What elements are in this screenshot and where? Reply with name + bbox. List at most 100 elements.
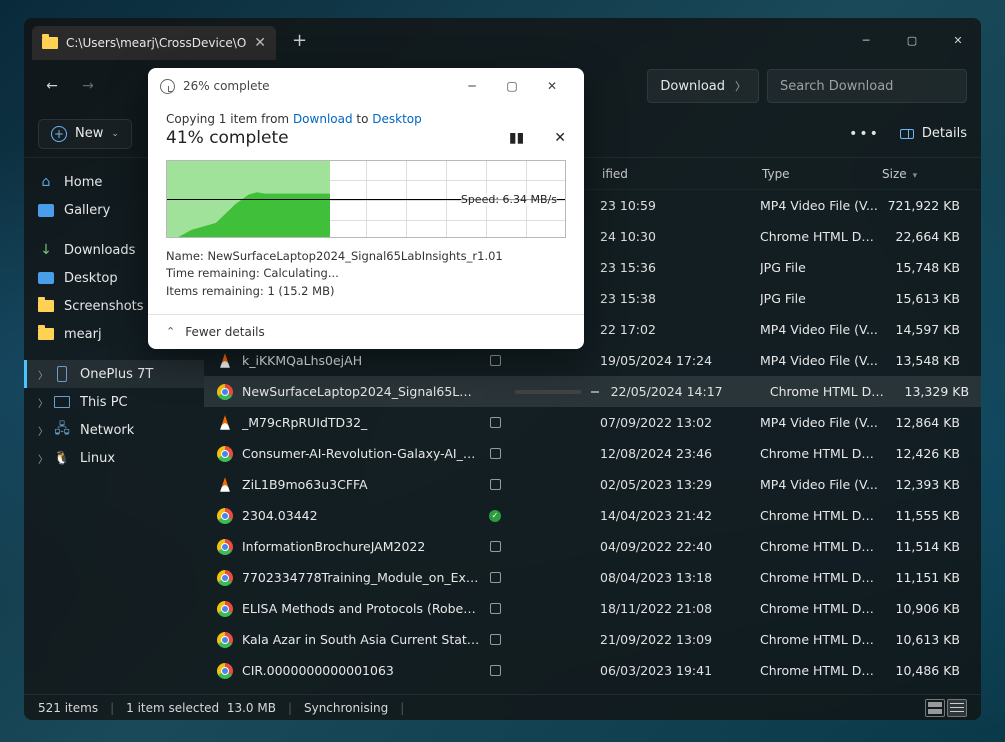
- dialog-titlebar: 26% complete ─ ▢ ✕: [148, 68, 584, 104]
- col-size[interactable]: Size▾: [882, 167, 962, 181]
- sidebar-item-network[interactable]: 〉🖧Network: [24, 416, 204, 444]
- pause-button[interactable]: ▮▮: [509, 130, 524, 146]
- more-button[interactable]: •••: [849, 126, 880, 142]
- file-type: MP4 Video File (V...: [760, 198, 880, 213]
- file-type: Chrome HTML Do...: [770, 384, 889, 399]
- clock-icon: [160, 79, 175, 94]
- file-type: MP4 Video File (V...: [760, 477, 880, 492]
- date-modified: 18/11/2022 21:08: [600, 601, 760, 616]
- table-row[interactable]: ELISA Methods and Protocols (Robert Hn..…: [204, 593, 981, 624]
- sidebar-item-oneplus7t[interactable]: 〉OnePlus 7T: [24, 360, 204, 388]
- file-type: JPG File: [760, 260, 880, 275]
- window-tab[interactable]: C:\Users\mearj\CrossDevice\O ✕: [32, 26, 276, 60]
- sync-status-icon: [486, 572, 504, 583]
- table-row[interactable]: Kala Azar in South Asia Current Status a…: [204, 624, 981, 655]
- table-row[interactable]: NewSurfaceLaptop2024_Signal65LabInsig...…: [204, 376, 981, 407]
- cancel-button[interactable]: ✕: [554, 130, 566, 146]
- breadcrumb[interactable]: Download 〉: [647, 69, 759, 103]
- sync-status-icon: [486, 634, 504, 645]
- network-icon: 🖧: [54, 422, 70, 438]
- file-size: 15,748 KB: [880, 260, 960, 275]
- sync-status-icon: [486, 479, 504, 490]
- src-link[interactable]: Download: [293, 112, 353, 126]
- chevron-right-icon: 〉: [38, 367, 48, 382]
- chevron-right-icon: 〉: [38, 451, 48, 466]
- date-modified: 22 17:02: [600, 322, 760, 337]
- dialog-minimize-button[interactable]: ─: [452, 68, 492, 104]
- progress-percent: 41% complete: [166, 128, 289, 148]
- status-selection: 1 item selected 13.0 MB: [126, 701, 276, 715]
- table-row[interactable]: InformationBrochureJAM202204/09/2022 22:…: [204, 531, 981, 562]
- table-row[interactable]: _M79cRpRUIdTD32_07/09/2022 13:02MP4 Vide…: [204, 407, 981, 438]
- speed-label: Speed: 6.34 MB/s: [461, 193, 557, 206]
- new-tab-button[interactable]: +: [292, 30, 307, 51]
- file-type: Chrome HTML Do...: [760, 508, 880, 523]
- chrome-icon: [216, 662, 234, 680]
- table-row[interactable]: k_iKKMQaLhs0ejAH19/05/2024 17:24MP4 Vide…: [204, 345, 981, 376]
- dialog-close-button[interactable]: ✕: [532, 68, 572, 104]
- file-type: Chrome HTML Do...: [760, 446, 880, 461]
- table-row[interactable]: BCW55843319/03/2023 16:36Chrome HTML Do1…: [204, 686, 981, 694]
- file-size: 13,548 KB: [880, 353, 960, 368]
- close-tab-button[interactable]: ✕: [254, 35, 266, 51]
- plus-icon: +: [51, 126, 67, 142]
- col-type[interactable]: Type: [762, 167, 882, 181]
- status-sync: Synchronising: [304, 701, 388, 715]
- file-type: MP4 Video File (V...: [760, 322, 880, 337]
- table-row[interactable]: CIR.000000000000106306/03/2023 19:41Chro…: [204, 655, 981, 686]
- file-size: 12,426 KB: [880, 446, 960, 461]
- tab-title: C:\Users\mearj\CrossDevice\O: [66, 36, 246, 50]
- pc-icon: [54, 394, 70, 410]
- search-input[interactable]: Search Download: [767, 69, 967, 103]
- chevron-right-icon: 〉: [735, 78, 746, 94]
- breadcrumb-item[interactable]: Download: [660, 79, 725, 94]
- copy-meta: Name: NewSurfaceLaptop2024_Signal65LabIn…: [166, 248, 566, 300]
- minimize-button[interactable]: ─: [843, 18, 889, 62]
- sidebar-item-linux[interactable]: 〉🐧Linux: [24, 444, 204, 472]
- new-button[interactable]: + New ⌄: [38, 119, 132, 149]
- sort-desc-icon: ▾: [913, 171, 918, 181]
- sync-status-icon: [486, 355, 504, 366]
- file-size: 11,514 KB: [880, 539, 960, 554]
- file-name: Kala Azar in South Asia Current Status a…: [242, 632, 480, 647]
- table-row[interactable]: 2304.0344214/04/2023 21:42Chrome HTML Do…: [204, 500, 981, 531]
- view-details-button[interactable]: [947, 699, 967, 717]
- chrome-icon: [216, 569, 234, 587]
- maximize-button[interactable]: ▢: [889, 18, 935, 62]
- close-window-button[interactable]: ✕: [935, 18, 981, 62]
- home-icon: ⌂: [38, 174, 54, 190]
- sync-status-icon: [486, 417, 504, 428]
- file-size: 13,329 KB: [889, 384, 969, 399]
- details-pane-button[interactable]: Details: [900, 126, 967, 141]
- table-row[interactable]: Consumer-AI-Revolution-Galaxy-AI_Sign...…: [204, 438, 981, 469]
- search-placeholder: Search Download: [780, 79, 893, 94]
- throughput-chart: Speed: 6.34 MB/s: [166, 160, 566, 238]
- table-row[interactable]: ZiL1B9mo63u3CFFA02/05/2023 13:29MP4 Vide…: [204, 469, 981, 500]
- file-size: 11,555 KB: [880, 508, 960, 523]
- chevron-down-icon: ⌄: [111, 129, 119, 139]
- fewer-details-button[interactable]: ⌃ Fewer details: [148, 314, 584, 349]
- dst-link[interactable]: Desktop: [372, 112, 422, 126]
- sidebar-item-thispc[interactable]: 〉This PC: [24, 388, 204, 416]
- file-type: MP4 Video File (V...: [760, 353, 880, 368]
- file-size: 10,613 KB: [880, 632, 960, 647]
- col-modified[interactable]: ified: [602, 167, 762, 181]
- file-type: Chrome HTML Do...: [760, 539, 880, 554]
- file-size: 11,151 KB: [880, 570, 960, 585]
- sync-status-icon: [486, 541, 504, 552]
- chrome-icon: [216, 600, 234, 618]
- back-button[interactable]: ←: [38, 72, 66, 100]
- date-modified: 12/08/2024 23:46: [600, 446, 760, 461]
- chrome-icon: [216, 383, 234, 401]
- view-thumbnails-button[interactable]: [925, 699, 945, 717]
- chrome-icon: [216, 507, 234, 525]
- dialog-maximize-button[interactable]: ▢: [492, 68, 532, 104]
- desktop-icon: [38, 270, 54, 286]
- folder-icon: [42, 37, 58, 49]
- table-row[interactable]: 7702334778Training_Module_on_Extrapul...…: [204, 562, 981, 593]
- date-modified: 07/09/2022 13:02: [600, 415, 760, 430]
- vlc-icon: [216, 476, 234, 494]
- forward-button[interactable]: →: [74, 72, 102, 100]
- file-type: Chrome HTML Do...: [760, 229, 880, 244]
- file-name: _M79cRpRUIdTD32_: [242, 415, 480, 430]
